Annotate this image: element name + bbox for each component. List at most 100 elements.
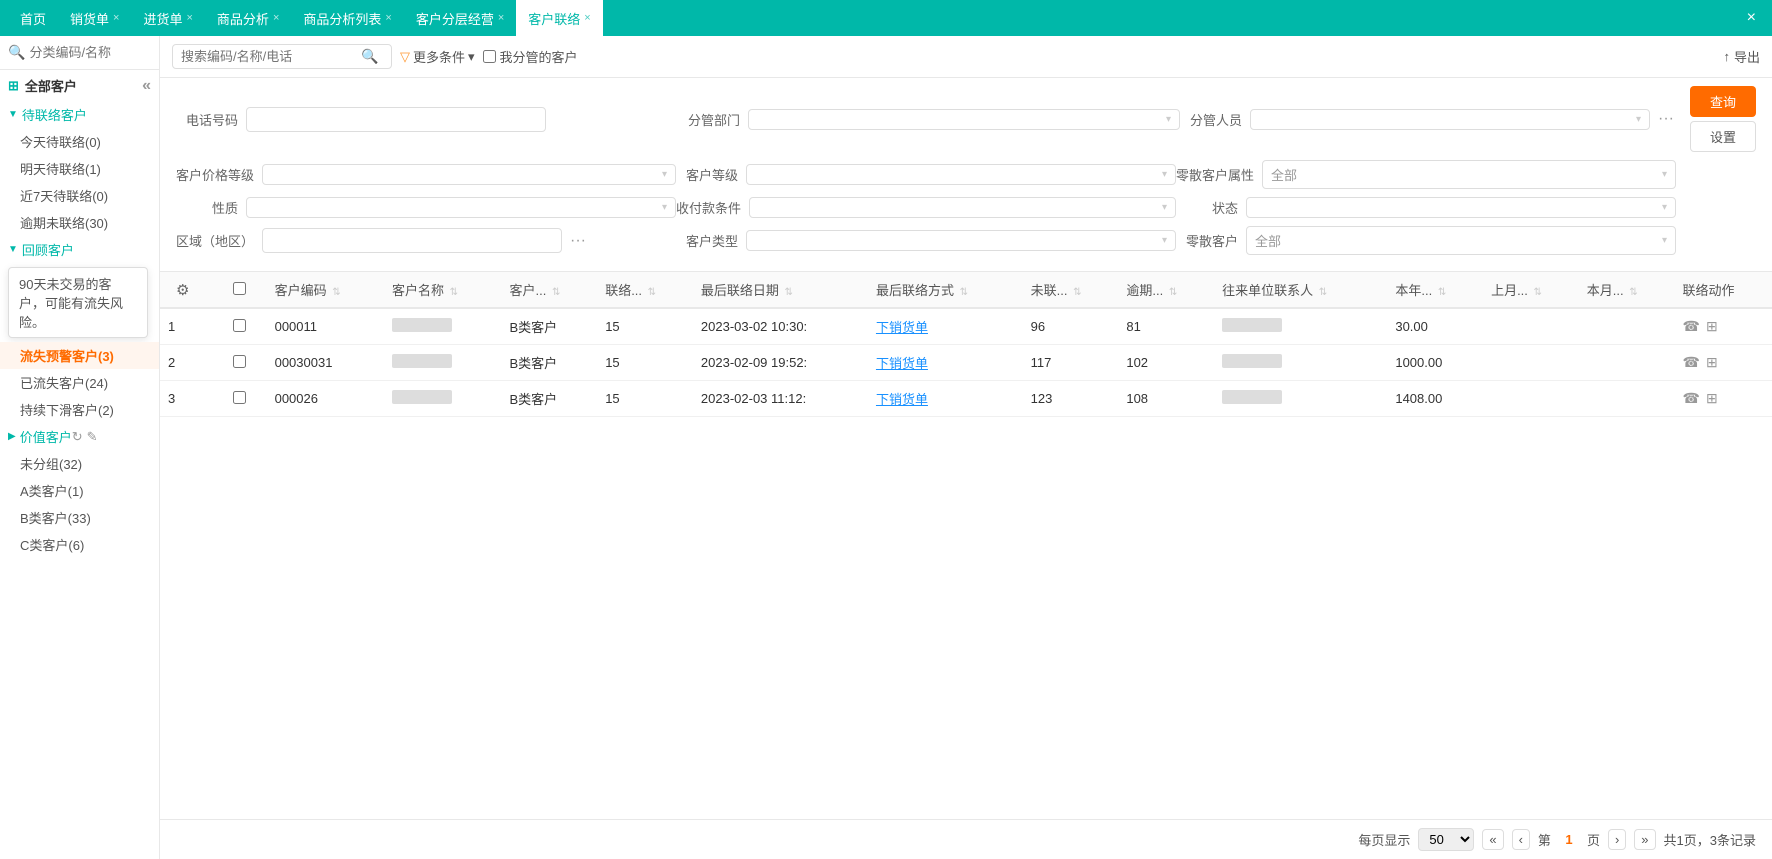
nav-customer-tier-close[interactable]: × [498,12,504,24]
edit-icon[interactable]: ✎ [87,429,98,445]
filter-dept-select[interactable]: ▾ [748,109,1180,130]
sidebar-item-week[interactable]: 近7天待联络(0) [0,182,159,209]
th-not-contacted[interactable]: 未联... ⇅ [1023,272,1119,308]
th-type[interactable]: 客户... ⇅ [501,272,597,308]
filter-price-grade-select[interactable]: ▾ [262,164,676,185]
filter-retail-attr-select[interactable]: 全部 ▾ [1262,160,1676,189]
cell-last-method[interactable]: 下销货单 [868,308,1023,345]
th-this-month[interactable]: 本月... ⇅ [1579,272,1675,308]
sidebar-item-ungrouped[interactable]: 未分组(32) [0,450,159,477]
filter-phone-input[interactable] [246,107,546,132]
cell-check[interactable] [225,345,267,381]
method-link[interactable]: 下销货单 [876,320,928,335]
th-last-month[interactable]: 上月... ⇅ [1483,272,1579,308]
contact-action-icon[interactable]: ☎ [1683,354,1700,371]
cell-last-method[interactable]: 下销货单 [868,345,1023,381]
th-last-date[interactable]: 最后联络日期 ⇅ [693,272,868,308]
cell-check[interactable] [225,308,267,345]
sidebar-item-lost[interactable]: 已流失客户(24) [0,369,159,396]
sidebar-item-warning[interactable]: 流失预警客户(3) [0,342,159,369]
nav-customer-contact-close[interactable]: × [584,12,590,24]
filter-customer-type-select[interactable]: ▾ [746,230,1176,251]
nav-home[interactable]: 首页 [8,0,58,36]
filter-more-icon[interactable]: ··· [1650,110,1682,128]
th-this-year[interactable]: 本年... ⇅ [1387,272,1483,308]
filter-customer-grade-select[interactable]: ▾ [746,164,1176,185]
cell-index: 2 [160,345,225,381]
sidebar-section-value[interactable]: ▶ 价值客户 ↻ ✎ [0,423,159,450]
row-checkbox[interactable] [233,319,246,332]
th-code[interactable]: 客户编码 ⇅ [267,272,384,308]
nav-product-list[interactable]: 商品分析列表 × [291,0,403,36]
first-page-button[interactable]: « [1482,829,1503,850]
per-page-select[interactable]: 50 100 200 [1418,828,1474,851]
sidebar-item-today[interactable]: 今天待联络(0) [0,128,159,155]
contact-action-icon[interactable]: ☎ [1683,390,1700,407]
cell-not-contacted: 96 [1023,308,1119,345]
nav-customer-tier[interactable]: 客户分层经营 × [404,0,516,36]
filter-retail-customer-select[interactable]: 全部 ▾ [1246,226,1676,255]
row-checkbox[interactable] [233,355,246,368]
nav-sales-close[interactable]: × [113,12,119,24]
nav-purchase-close[interactable]: × [186,12,192,24]
sidebar-section-pending[interactable]: ▼ 待联络客户 [0,101,159,128]
cell-unit-contact [1214,308,1387,345]
filter-nature-select[interactable]: ▾ [246,197,676,218]
sidebar-item-class-b[interactable]: B类客户(33) [0,504,159,531]
prev-page-button[interactable]: ‹ [1512,829,1530,850]
select-all-checkbox[interactable] [233,282,246,295]
export-button[interactable]: ↑ 导出 [1723,47,1760,66]
nav-product-list-close[interactable]: × [385,12,391,24]
last-page-button[interactable]: » [1634,829,1655,850]
sidebar-item-class-a[interactable]: A类客户(1) [0,477,159,504]
cell-last-method[interactable]: 下销货单 [868,381,1023,417]
contact-action-icon[interactable]: ☎ [1683,318,1700,335]
nav-product-analysis[interactable]: 商品分析 × [205,0,291,36]
more-action-icon[interactable]: ⊞ [1706,354,1718,371]
my-customers-checkbox-label[interactable]: 我分管的客户 [483,47,578,66]
th-settings[interactable]: ⚙ [160,272,225,308]
more-action-icon[interactable]: ⊞ [1706,390,1718,407]
th-type-label: 客户... [509,283,546,298]
more-conditions-button[interactable]: ▽ 更多条件 ▾ [400,47,475,66]
close-all-button[interactable]: × [1739,9,1764,27]
nav-product-analysis-close[interactable]: × [273,12,279,24]
sidebar-item-overdue[interactable]: 逾期未联络(30) [0,209,159,236]
search-button[interactable]: 🔍 [361,48,378,65]
settings-gear-icon[interactable]: ⚙ [168,280,197,301]
sidebar-search-input[interactable] [29,45,160,60]
my-customers-checkbox[interactable] [483,50,496,63]
nav-purchase[interactable]: 进货单 × [131,0,204,36]
filter-manager-select[interactable]: ▾ [1250,109,1650,130]
sidebar-item-class-c[interactable]: C类客户(6) [0,531,159,558]
filter-region-input[interactable] [262,228,562,253]
filter-payment-select[interactable]: ▾ [749,197,1176,218]
cell-check[interactable] [225,381,267,417]
method-link[interactable]: 下销货单 [876,392,928,407]
row-checkbox[interactable] [233,391,246,404]
filter-region-more-icon[interactable]: ··· [562,232,594,250]
sidebar-item-tomorrow[interactable]: 明天待联络(1) [0,155,159,182]
th-contact[interactable]: 联络... ⇅ [597,272,693,308]
sidebar-item-declining[interactable]: 持续下滑客户(2) [0,396,159,423]
nav-customer-contact[interactable]: 客户联络 × [516,0,602,36]
next-page-button[interactable]: › [1608,829,1626,850]
th-name[interactable]: 客户名称 ⇅ [384,272,501,308]
table-header-row: ⚙ 客户编码 ⇅ 客户名称 ⇅ [160,272,1772,308]
sidebar-collapse-btn[interactable]: « [142,77,151,95]
method-link[interactable]: 下销货单 [876,356,928,371]
th-check[interactable] [225,272,267,308]
filter-settings-button[interactable]: 设置 [1690,121,1756,152]
refresh-icon[interactable]: ↻ [72,429,83,445]
th-unit-contact[interactable]: 往来单位联系人 ⇅ [1214,272,1387,308]
nav-sales[interactable]: 销货单 × [58,0,131,36]
sidebar-section-review[interactable]: ▼ 回顾客户 [0,236,159,263]
th-overdue[interactable]: 逾期... ⇅ [1118,272,1214,308]
search-input[interactable] [181,49,361,64]
sidebar-root[interactable]: ⊞ 全部客户 « [0,70,159,101]
th-name-label: 客户名称 [392,283,444,298]
th-last-method[interactable]: 最后联络方式 ⇅ [868,272,1023,308]
filter-status-select[interactable]: ▾ [1246,197,1676,218]
more-action-icon[interactable]: ⊞ [1706,318,1718,335]
query-button[interactable]: 查询 [1690,86,1756,117]
